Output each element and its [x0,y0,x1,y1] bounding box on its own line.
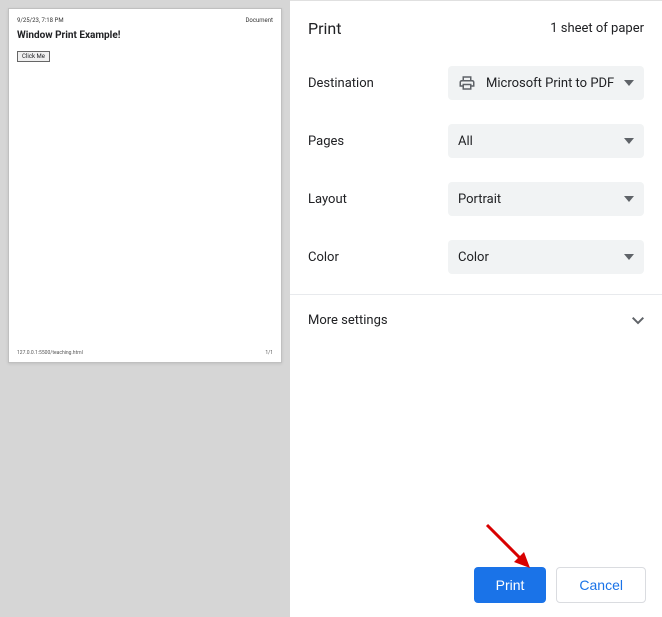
dialog-title: Print [308,19,341,38]
cancel-button[interactable]: Cancel [556,567,646,603]
preview-page-footer: 127.0.0.1:5500/teaching.html 1/1 [17,350,273,356]
color-value: Color [458,250,489,265]
print-button[interactable]: Print [474,567,547,603]
caret-down-icon [624,196,634,202]
caret-down-icon [624,254,634,260]
color-row: Color Color [306,228,646,286]
destination-select[interactable]: Microsoft Print to PDF [448,66,644,100]
pages-row: Pages All [306,112,646,170]
pages-select[interactable]: All [448,124,644,158]
caret-down-icon [624,80,634,86]
dialog-footer: Print Cancel [290,553,662,617]
destination-row: Destination Microsoft Print to PDF [306,54,646,112]
preview-datetime: 9/25/23, 7:18 PM [17,17,64,24]
more-settings-toggle[interactable]: More settings [306,295,646,346]
preview-page[interactable]: 9/25/23, 7:18 PM Document Window Print E… [8,8,282,363]
color-label: Color [308,250,448,265]
pages-label: Pages [308,134,448,149]
preview-clickme-button: Click Me [17,51,50,62]
preview-page-header: 9/25/23, 7:18 PM Document [17,17,273,24]
pages-value: All [458,134,473,149]
sheet-count: 1 sheet of paper [550,21,644,36]
destination-value: Microsoft Print to PDF [486,76,614,91]
caret-down-icon [624,138,634,144]
printer-icon [458,74,476,92]
chevron-down-icon [632,317,644,325]
preview-doc-title: Document [245,17,273,24]
print-settings-pane: Print 1 sheet of paper Destination Micro… [290,0,662,617]
destination-label: Destination [308,76,448,91]
layout-select[interactable]: Portrait [448,182,644,216]
preview-heading: Window Print Example! [17,30,273,41]
layout-row: Layout Portrait [306,170,646,228]
color-select[interactable]: Color [448,240,644,274]
preview-url: 127.0.0.1:5500/teaching.html [17,350,83,356]
more-settings-label: More settings [308,313,388,328]
preview-page-number: 1/1 [265,350,273,356]
layout-label: Layout [308,192,448,207]
print-preview-pane: 9/25/23, 7:18 PM Document Window Print E… [0,0,290,617]
layout-value: Portrait [458,192,501,207]
